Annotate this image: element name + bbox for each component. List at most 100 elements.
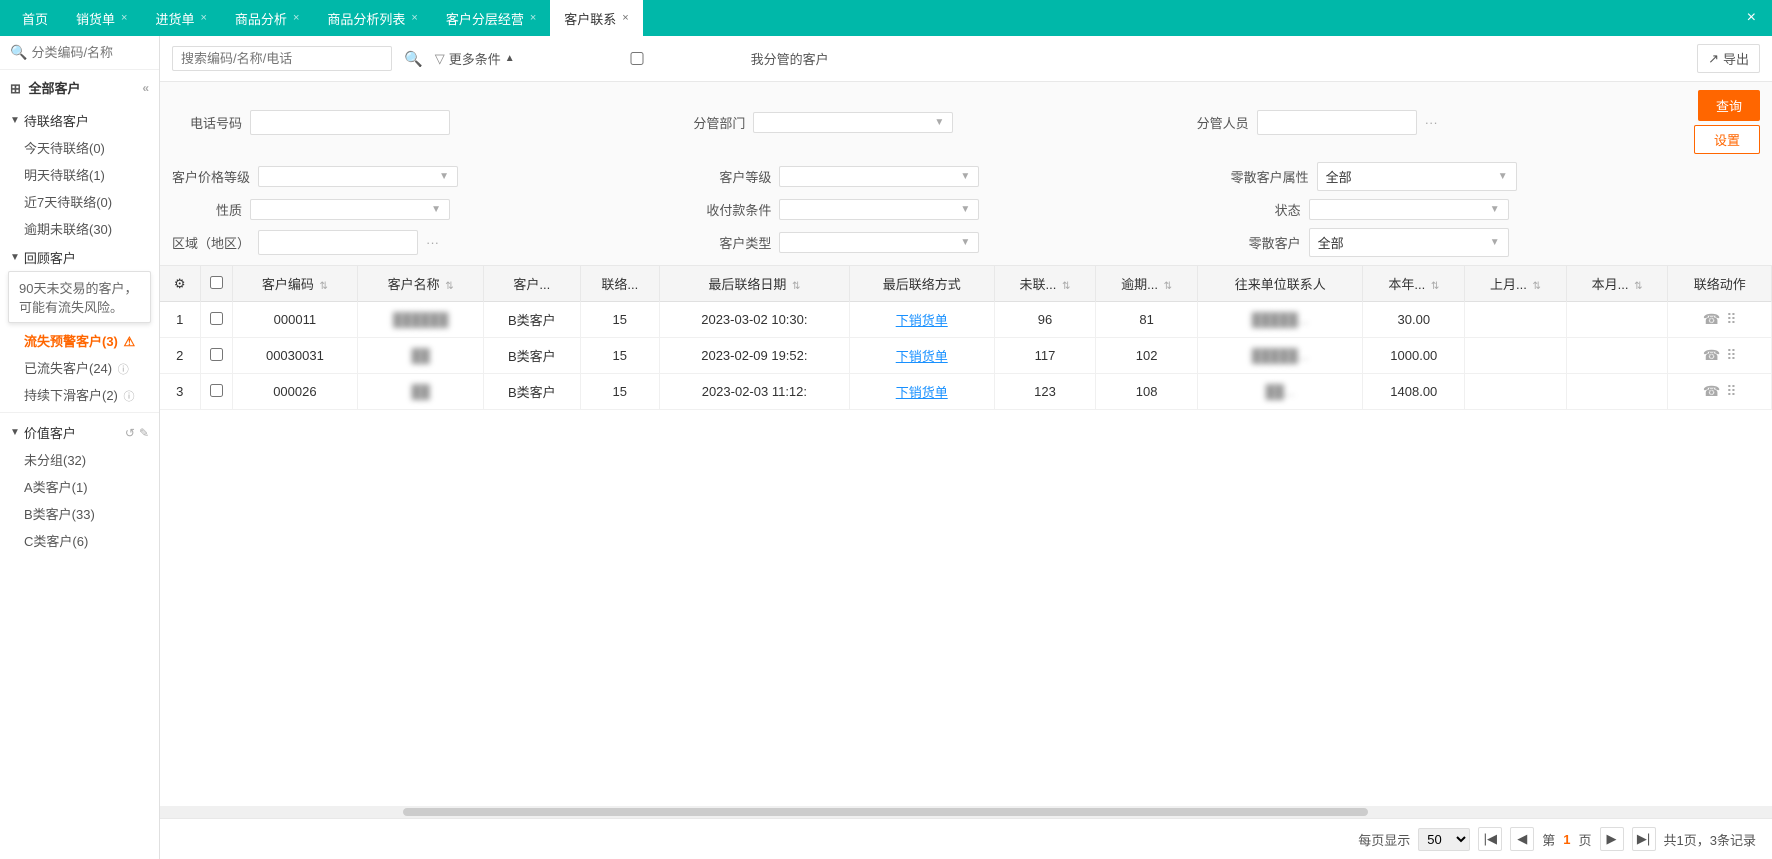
filter-price-grade-select[interactable]: ▼ xyxy=(258,166,458,187)
prev-page-button[interactable]: ◀ xyxy=(1510,827,1534,851)
cell-year-1: 1000.00 xyxy=(1363,338,1465,374)
row-checkbox-1[interactable] xyxy=(210,348,223,361)
settings-button[interactable]: 设置 xyxy=(1694,125,1760,154)
cell-thismonth-0 xyxy=(1566,302,1668,338)
cell-num-1: 2 xyxy=(160,338,200,374)
nav-product-analysis[interactable]: 商品分析 × xyxy=(221,0,313,36)
filter-nature-select[interactable]: ▼ xyxy=(250,199,450,220)
row-checkbox-0[interactable] xyxy=(210,312,223,325)
filter-customer-type-select[interactable]: ▼ xyxy=(779,232,979,253)
search-button[interactable]: 🔍 xyxy=(404,50,423,68)
filter-row-3: 性质 ▼ 收付款条件 ▼ 状态 xyxy=(172,199,1760,220)
sidebar-item-churned[interactable]: 已流失客户(24) ⓘ xyxy=(0,354,159,381)
search-input[interactable] xyxy=(172,46,392,71)
sidebar-item-7days[interactable]: 近7天待联络(0) xyxy=(0,188,159,215)
sidebar-item-tomorrow[interactable]: 明天待联络(1) xyxy=(0,161,159,188)
more-action-icon-1[interactable]: ⠿ xyxy=(1726,347,1736,364)
filter-person-dots[interactable]: ··· xyxy=(1417,115,1446,130)
sidebar-item-churn-warning[interactable]: 流失预警客户(3) ⚠ xyxy=(0,327,159,354)
per-page-select[interactable]: 50 100 200 xyxy=(1418,828,1470,851)
cell-uncontacted-0: 96 xyxy=(994,302,1096,338)
close-product-list-icon[interactable]: × xyxy=(411,12,417,24)
sort-lastmonth-icon[interactable]: ⇅ xyxy=(1532,281,1540,292)
sidebar-search-input[interactable] xyxy=(31,45,149,60)
cell-name-0: ██████ xyxy=(358,302,484,338)
filter-status-select[interactable]: ▼ xyxy=(1309,199,1509,220)
sidebar-section-review[interactable]: ▼ 回顾客户 xyxy=(0,242,159,271)
settings-icon[interactable]: ⚙ xyxy=(174,276,186,291)
last-page-button[interactable]: ▶| xyxy=(1632,827,1656,851)
close-sales-icon[interactable]: × xyxy=(121,12,127,24)
table-body: 1 000011 ██████ B类客户 15 2023-03-02 10:30… xyxy=(160,302,1772,410)
contact-icon-1[interactable]: ☎ xyxy=(1703,347,1720,364)
sort-code-icon[interactable]: ⇅ xyxy=(320,281,328,292)
cell-action-0: ☎ ⠿ xyxy=(1668,302,1772,338)
nav-sales[interactable]: 销货单 × xyxy=(62,0,141,36)
filter-row-2: 客户价格等级 ▼ 客户等级 ▼ 零散客户属性 全部 xyxy=(172,162,1760,191)
sidebar-item-b-class[interactable]: B类客户(33) xyxy=(0,500,159,527)
close-all-button[interactable]: × xyxy=(1739,9,1764,27)
sidebar-item-declining[interactable]: 持续下滑客户(2) ⓘ xyxy=(0,381,159,408)
sidebar-item-a-class[interactable]: A类客户(1) xyxy=(0,473,159,500)
filter-phone-input[interactable] xyxy=(250,110,450,135)
more-action-icon-2[interactable]: ⠿ xyxy=(1726,383,1736,400)
sort-overdue-icon[interactable]: ⇅ xyxy=(1164,281,1172,292)
cell-overdue-0: 81 xyxy=(1096,302,1198,338)
filter-region-input[interactable] xyxy=(258,230,418,255)
filter-retail-attr-select[interactable]: 全部 ▼ xyxy=(1317,162,1517,191)
filter-label-nature: 性质 xyxy=(172,200,242,219)
export-button[interactable]: ↗ 导出 xyxy=(1697,44,1760,73)
filter-retail-select[interactable]: 全部 ▼ xyxy=(1309,228,1509,257)
scrollbar-thumb[interactable] xyxy=(403,808,1368,816)
more-filter-button[interactable]: ▽ 更多条件 ▲ xyxy=(435,49,515,68)
first-page-button[interactable]: |◀ xyxy=(1478,827,1502,851)
nav-customer-segment[interactable]: 客户分层经营 × xyxy=(432,0,550,36)
sort-name-icon[interactable]: ⇅ xyxy=(445,281,453,292)
contact-icon-0[interactable]: ☎ xyxy=(1703,311,1720,328)
next-page-button[interactable]: ▶ xyxy=(1600,827,1624,851)
my-customers-checkbox[interactable] xyxy=(527,52,747,65)
sidebar-section-pending[interactable]: ▼ 待联络客户 xyxy=(0,105,159,134)
cell-checkbox-1 xyxy=(200,338,232,374)
edit-icon[interactable]: ✎ xyxy=(139,426,149,440)
sidebar-item-overdue[interactable]: 逾期未联络(30) xyxy=(0,215,159,242)
sidebar-all-customers[interactable]: ⊞ 全部客户 « xyxy=(0,70,159,105)
cell-date-0: 2023-03-02 10:30: xyxy=(659,302,849,338)
cell-lastmonth-0 xyxy=(1465,302,1567,338)
filter-dept-select[interactable]: ▼ xyxy=(753,112,953,133)
nav-purchase[interactable]: 进货单 × xyxy=(141,0,220,36)
sort-uncontacted-icon[interactable]: ⇅ xyxy=(1062,281,1070,292)
horizontal-scrollbar[interactable] xyxy=(160,806,1772,818)
collapse-icon[interactable]: « xyxy=(142,81,149,95)
filter-cell-dept: 分管部门 ▼ xyxy=(675,112,1178,133)
sidebar-section-value[interactable]: ▼ 价值客户 ↺ ✎ xyxy=(0,417,159,446)
sidebar-item-ungrouped[interactable]: 未分组(32) xyxy=(0,446,159,473)
page-label-end: 页 xyxy=(1579,830,1592,849)
query-button[interactable]: 查询 xyxy=(1698,90,1760,121)
sidebar-item-today[interactable]: 今天待联络(0) xyxy=(0,134,159,161)
nav-customer-contact[interactable]: 客户联系 × xyxy=(550,0,642,36)
filter-person-input[interactable] xyxy=(1257,110,1417,135)
more-action-icon-0[interactable]: ⠿ xyxy=(1726,311,1736,328)
refresh-icon[interactable]: ↺ xyxy=(125,426,135,440)
sort-date-icon[interactable]: ⇅ xyxy=(792,281,800,292)
content-area: 🔍 ▽ 更多条件 ▲ 我分管的客户 ↗ 导出 电话号码 xyxy=(160,36,1772,859)
my-customers-checkbox-label[interactable]: 我分管的客户 xyxy=(527,49,829,68)
sort-year-icon[interactable]: ⇅ xyxy=(1431,281,1439,292)
close-customer-contact-icon[interactable]: × xyxy=(622,12,628,24)
close-customer-segment-icon[interactable]: × xyxy=(530,12,536,24)
row-checkbox-2[interactable] xyxy=(210,384,223,397)
sidebar-item-c-class[interactable]: C类客户(6) xyxy=(0,527,159,554)
select-all-checkbox[interactable] xyxy=(210,276,223,289)
filter-customer-grade-select[interactable]: ▼ xyxy=(779,166,979,187)
close-purchase-icon[interactable]: × xyxy=(200,12,206,24)
filter-payment-select[interactable]: ▼ xyxy=(779,199,979,220)
sort-thismonth-icon[interactable]: ⇅ xyxy=(1634,281,1642,292)
close-product-analysis-icon[interactable]: × xyxy=(293,12,299,24)
nav-product-list[interactable]: 商品分析列表 × xyxy=(313,0,431,36)
nav-home[interactable]: 首页 xyxy=(8,0,62,36)
cell-contact-0: 15 xyxy=(580,302,659,338)
filter-region-dots[interactable]: ··· xyxy=(418,235,447,250)
contact-icon-2[interactable]: ☎ xyxy=(1703,383,1720,400)
cell-type-0: B类客户 xyxy=(484,302,581,338)
